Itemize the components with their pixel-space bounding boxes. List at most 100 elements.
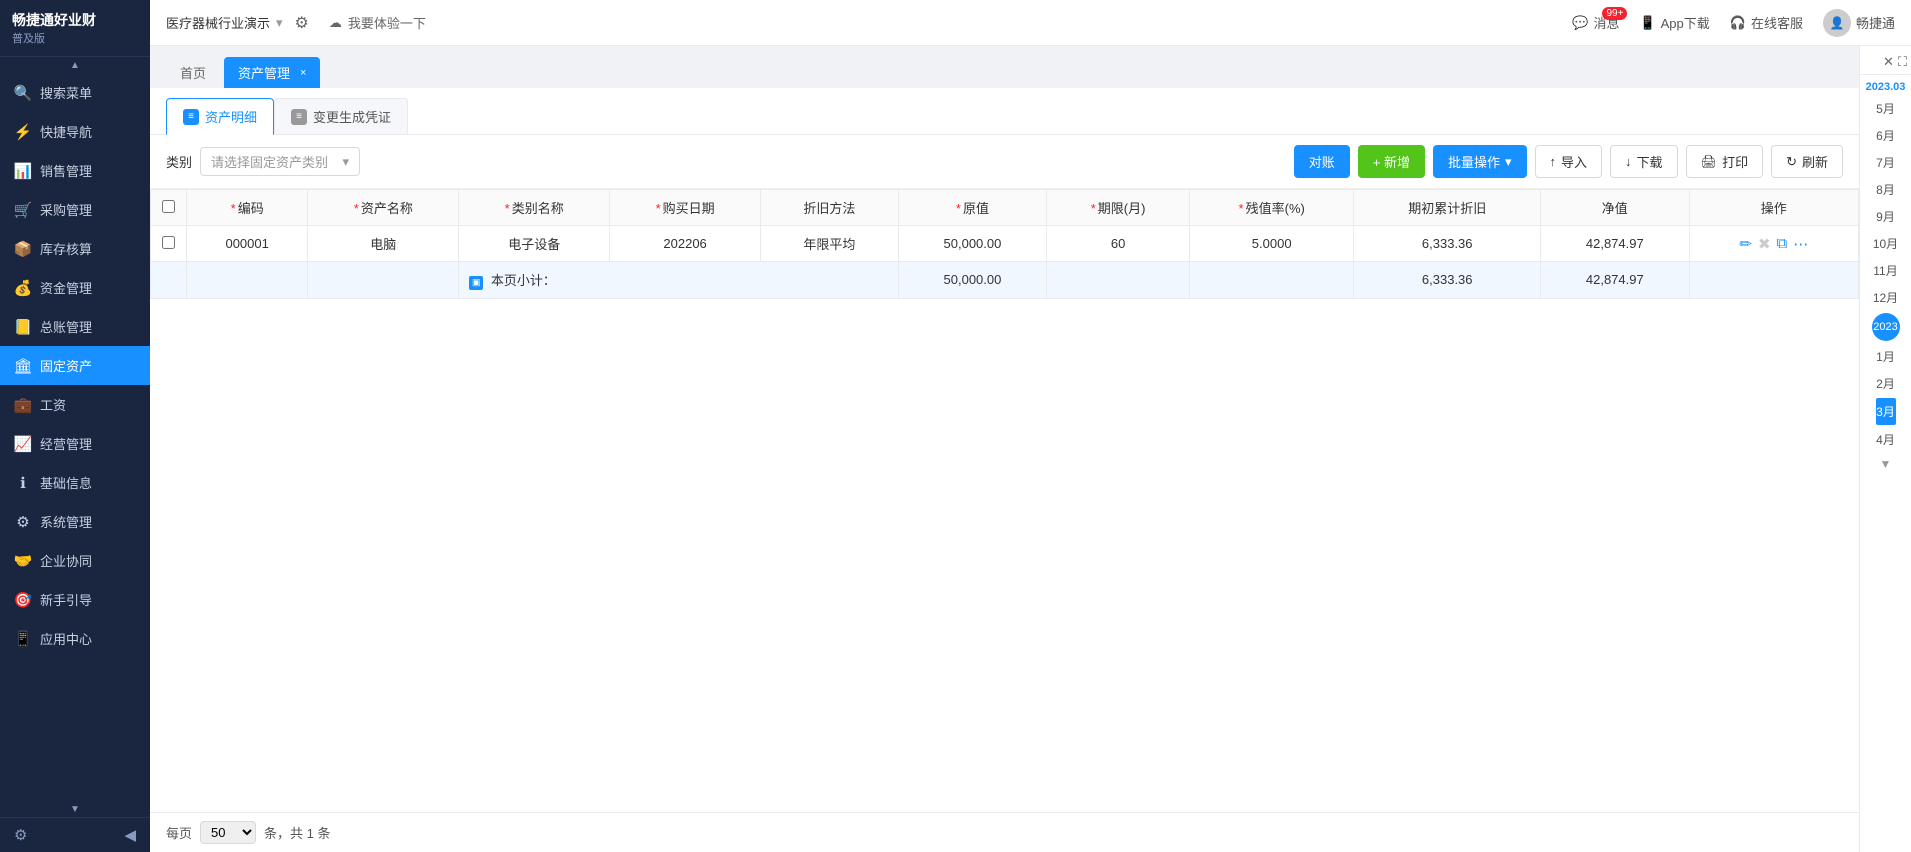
month-item[interactable]: 9月 — [1872, 203, 1900, 230]
subtotal-empty6 — [1689, 262, 1858, 299]
month-item[interactable]: 10月 — [1872, 230, 1900, 257]
month-item[interactable]: 12月 — [1872, 284, 1900, 311]
panel-scroll-down-icon[interactable]: ▼ — [1880, 453, 1892, 475]
topbar: 医疗器械行业演示 ▾ ⚙ ☁ 我要体验一下 💬 消息 99+ 📱 App下载 🎧… — [150, 0, 1911, 46]
download-button[interactable]: ↓ 下载 — [1610, 145, 1678, 178]
subtab-asset-detail-label: 资产明细 — [205, 107, 257, 126]
company-selector[interactable]: 医疗器械行业演示 ▾ — [166, 13, 283, 32]
table-header-row: *编码 *资产名称 *类别名称 *购买日期 折旧方法 *原值 *期限(月) *残… — [151, 190, 1859, 226]
sidebar-item-guide[interactable]: 🎯新手引导 — [0, 580, 150, 619]
row-checkbox-cell — [151, 226, 187, 262]
sidebar-bottom: ⚙ ◀ — [0, 817, 150, 852]
month-item[interactable]: 11月 — [1872, 257, 1900, 284]
batch-button[interactable]: 批量操作 ▾ — [1433, 145, 1527, 178]
print-button[interactable]: 🖨 打印 — [1686, 145, 1764, 178]
sidebar-item-funds[interactable]: 💰资金管理 — [0, 268, 150, 307]
year-label[interactable]: 2023.03 — [1866, 75, 1906, 95]
message-icon: 💬 — [1572, 15, 1588, 31]
import-button[interactable]: ↑ 导入 — [1535, 145, 1603, 178]
sidebar-item-enterprise[interactable]: 🤝企业协同 — [0, 541, 150, 580]
month-item[interactable]: 7月 — [1872, 149, 1900, 176]
tab-home[interactable]: 首页 — [166, 57, 220, 88]
experience-button[interactable]: ☁ 我要体验一下 — [329, 13, 426, 32]
month-item[interactable]: 8月 — [1872, 176, 1900, 203]
refresh-icon: ↻ — [1786, 154, 1797, 170]
sidebar-item-purchase[interactable]: 🛒采购管理 — [0, 190, 150, 229]
sidebar-item-fixed-assets[interactable]: 🏛固定资产 — [0, 346, 150, 385]
import-label: 导入 — [1561, 152, 1587, 171]
sidebar-item-operations[interactable]: 📈经营管理 — [0, 424, 150, 463]
sidebar-scroll-up[interactable]: ▲ — [0, 57, 150, 73]
sidebar-item-quick-nav[interactable]: ⚡快捷导航 — [0, 112, 150, 151]
cell-period: 60 — [1047, 226, 1190, 262]
category-filter-label: 类别 — [166, 152, 192, 171]
row-checkbox-0[interactable] — [162, 236, 175, 249]
category-filter-select[interactable]: 请选择固定资产类别 ▾ — [200, 147, 360, 176]
sidebar-label-sales: 销售管理 — [40, 161, 92, 180]
user-profile-button[interactable]: 👤 畅捷通 — [1823, 9, 1895, 37]
sidebar-item-general-ledger[interactable]: 📒总账管理 — [0, 307, 150, 346]
subtab-asset-detail[interactable]: ≡ 资产明细 — [166, 98, 274, 135]
pagination-bar: 每页 102050100 条，共 1 条 — [150, 812, 1859, 852]
right-panel-header: ✕ ⛶ — [1860, 50, 1911, 75]
per-page-select[interactable]: 102050100 — [200, 821, 256, 844]
new-button[interactable]: + 新增 — [1358, 145, 1425, 178]
subtab-change-voucher[interactable]: ≡ 变更生成凭证 — [274, 98, 408, 134]
sidebar-item-system[interactable]: ⚙系统管理 — [0, 502, 150, 541]
filter-area: 类别 请选择固定资产类别 ▾ — [166, 147, 360, 176]
months-list: 5月6月7月8月9月10月11月12月20231月2月3月4月 — [1872, 95, 1900, 453]
sidebar-label-general-ledger: 总账管理 — [40, 317, 92, 336]
th-purchase-date: *购买日期 — [610, 190, 761, 226]
copy-icon[interactable]: ⧉ — [1777, 235, 1788, 252]
sidebar-label-purchase: 采购管理 — [40, 200, 92, 219]
month-item[interactable]: 6月 — [1872, 122, 1900, 149]
app-download-button[interactable]: 📱 App下载 — [1639, 13, 1709, 32]
month-item[interactable]: 5月 — [1872, 95, 1900, 122]
sidebar-item-app-center[interactable]: 📱应用中心 — [0, 619, 150, 658]
total-text: 条，共 1 条 — [264, 823, 330, 842]
more-icon[interactable]: ⋯ — [1793, 235, 1808, 253]
online-service-button[interactable]: 🎧 在线客服 — [1730, 13, 1803, 32]
company-settings-icon[interactable]: ⚙ — [295, 13, 309, 33]
sidebar-label-guide: 新手引导 — [40, 590, 92, 609]
sidebar-item-basic-info[interactable]: ℹ基础信息 — [0, 463, 150, 502]
cell-original-value: 50,000.00 — [898, 226, 1047, 262]
sidebar-item-search[interactable]: 🔍搜索菜单 — [0, 73, 150, 112]
settings-icon[interactable]: ⚙ — [14, 826, 27, 844]
sidebar-logo: 畅捷通好业财 普及版 — [0, 0, 150, 57]
refresh-button[interactable]: ↻ 刷新 — [1771, 145, 1843, 178]
subtotal-icon: ▣ — [469, 276, 483, 290]
th-name: *资产名称 — [308, 190, 459, 226]
month-item[interactable]: 2月 — [1872, 370, 1900, 397]
sidebar-label-enterprise: 企业协同 — [40, 551, 92, 570]
category-filter-chevron-icon: ▾ — [342, 154, 349, 170]
edit-icon[interactable]: ✏ — [1739, 235, 1752, 253]
sidebar-item-payroll[interactable]: 💼工资 — [0, 385, 150, 424]
company-name: 医疗器械行业演示 — [166, 13, 270, 32]
logo-subtitle: 普及版 — [12, 30, 138, 46]
year-highlight[interactable]: 2023 — [1872, 313, 1900, 341]
tab-asset-management[interactable]: 资产管理 × — [224, 57, 320, 88]
th-category: *类别名称 — [459, 190, 610, 226]
sidebar-item-sales[interactable]: 📊销售管理 — [0, 151, 150, 190]
message-button[interactable]: 💬 消息 99+ — [1572, 13, 1619, 32]
reconcile-button[interactable]: 对账 — [1294, 145, 1350, 178]
right-panel-expand-icon[interactable]: ⛶ — [1898, 54, 1907, 70]
cell-initial-accumulated: 6,333.36 — [1354, 226, 1541, 262]
sidebar-item-inventory[interactable]: 📦库存核算 — [0, 229, 150, 268]
th-original-value: *原值 — [898, 190, 1047, 226]
download-label: 下载 — [1637, 152, 1663, 171]
sidebar-label-basic-info: 基础信息 — [40, 473, 92, 492]
delete-icon[interactable]: ✖ — [1758, 235, 1771, 253]
tab-label: 资产管理 — [238, 63, 290, 82]
select-all-checkbox[interactable] — [162, 200, 175, 213]
month-item[interactable]: 1月 — [1872, 343, 1900, 370]
month-item[interactable]: 3月 — [1876, 398, 1896, 425]
collapse-icon[interactable]: ◀ — [124, 826, 136, 844]
month-item[interactable]: 4月 — [1872, 426, 1900, 453]
tab-close-icon[interactable]: × — [300, 67, 306, 79]
sidebar-scroll-down[interactable]: ▼ — [0, 801, 150, 817]
asset-detail-icon: ≡ — [183, 109, 199, 125]
import-icon: ↑ — [1550, 154, 1557, 169]
right-panel-close-icon[interactable]: ✕ — [1883, 54, 1894, 70]
